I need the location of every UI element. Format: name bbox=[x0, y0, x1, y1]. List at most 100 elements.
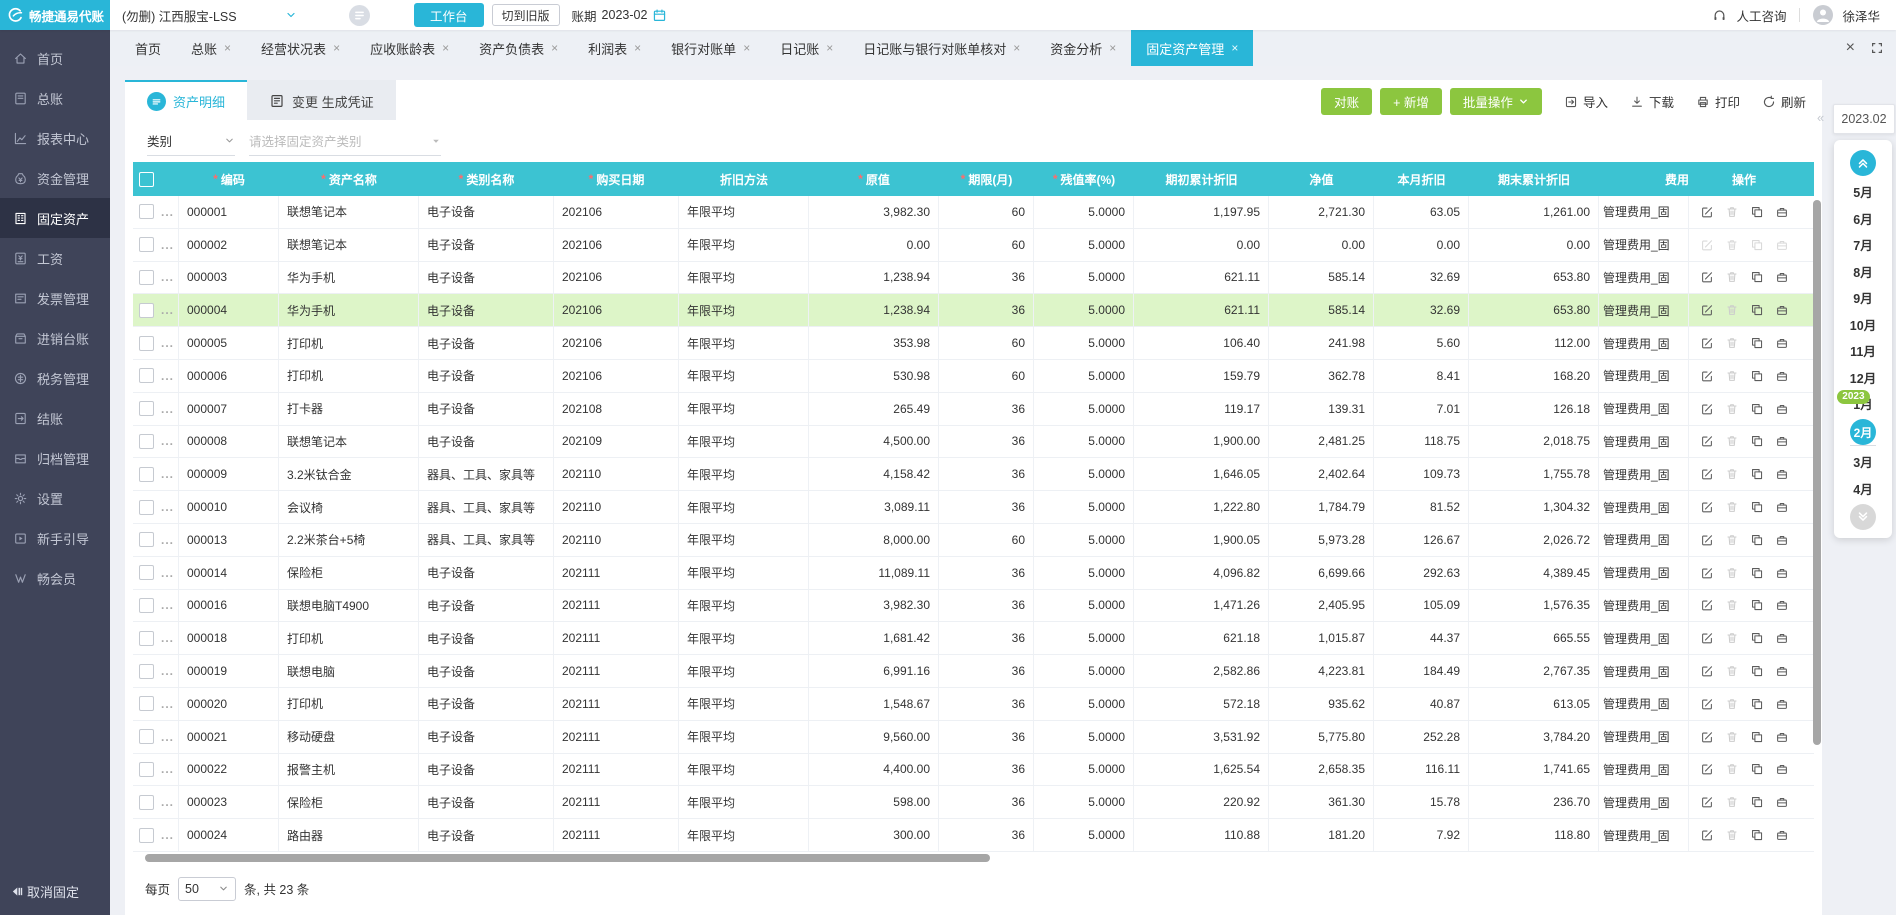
edit-icon[interactable] bbox=[1700, 500, 1714, 514]
row-checkbox[interactable] bbox=[138, 335, 154, 351]
delete-icon[interactable] bbox=[1725, 533, 1739, 547]
sidebar-item-资金管理[interactable]: 资金管理 bbox=[0, 158, 110, 198]
voucher-icon[interactable] bbox=[1775, 369, 1789, 383]
panel-collapse-icon[interactable]: « bbox=[1817, 110, 1824, 125]
notes-icon[interactable] bbox=[349, 4, 370, 26]
edit-icon[interactable] bbox=[1700, 598, 1714, 612]
copy-icon[interactable] bbox=[1750, 303, 1764, 317]
month-item-8月[interactable]: 8月 bbox=[1853, 260, 1872, 282]
month-item-3月[interactable]: 3月 bbox=[1853, 451, 1872, 473]
table-row[interactable]: ... 000002 联想笔记本 电子设备 202106 年限平均 0.00 60 5.0000… bbox=[133, 228, 1814, 262]
voucher-icon[interactable] bbox=[1775, 270, 1789, 284]
batch-actions-button[interactable]: 批量操作 bbox=[1449, 88, 1542, 115]
row-checkbox[interactable] bbox=[138, 368, 154, 384]
edit-icon[interactable] bbox=[1700, 533, 1714, 547]
copy-icon[interactable] bbox=[1750, 205, 1764, 219]
voucher-icon[interactable] bbox=[1775, 402, 1789, 416]
row-checkbox[interactable] bbox=[138, 204, 154, 220]
drag-handle-icon[interactable]: ... bbox=[159, 622, 179, 655]
table-row[interactable]: ... 000001 联想笔记本 电子设备 202106 年限平均 3,982.30 60 5.… bbox=[133, 196, 1814, 229]
delete-icon[interactable] bbox=[1725, 238, 1739, 252]
edit-icon[interactable] bbox=[1700, 697, 1714, 711]
delete-icon[interactable] bbox=[1725, 566, 1739, 580]
row-checkbox[interactable] bbox=[138, 630, 154, 646]
tab-银行对账单[interactable]: 银行对账单 × bbox=[656, 30, 765, 66]
tab-日记账[interactable]: 日记账 × bbox=[765, 30, 848, 66]
copy-icon[interactable] bbox=[1750, 762, 1764, 776]
row-checkbox[interactable] bbox=[138, 827, 154, 843]
tab-资金分析[interactable]: 资金分析 × bbox=[1035, 30, 1131, 66]
delete-icon[interactable] bbox=[1725, 631, 1739, 645]
edit-icon[interactable] bbox=[1700, 730, 1714, 744]
month-item-2月[interactable]: 2月 bbox=[1850, 419, 1876, 446]
tab-利润表[interactable]: 利润表 × bbox=[573, 30, 656, 66]
fullscreen-icon[interactable] bbox=[1870, 41, 1884, 55]
accounting-period[interactable]: 账期 2023-02 bbox=[572, 6, 668, 25]
tab-close-icon[interactable]: × bbox=[333, 41, 340, 55]
table-row[interactable]: ... 000022 报警主机 电子设备 202111 年限平均 4,400.00 36 5.0… bbox=[133, 753, 1814, 787]
month-item-10月[interactable]: 10月 bbox=[1850, 313, 1876, 335]
voucher-icon[interactable] bbox=[1775, 533, 1789, 547]
row-checkbox[interactable] bbox=[138, 269, 154, 285]
drag-handle-icon[interactable]: ... bbox=[159, 786, 179, 819]
copy-icon[interactable] bbox=[1750, 500, 1764, 514]
copy-icon[interactable] bbox=[1750, 533, 1764, 547]
delete-icon[interactable] bbox=[1725, 205, 1739, 219]
voucher-icon[interactable] bbox=[1775, 828, 1789, 842]
row-checkbox[interactable] bbox=[138, 499, 154, 515]
table-row[interactable]: ... 000010 会议椅 器具、工具、家具等 202110 年限平均 3,089.11 3… bbox=[133, 491, 1814, 524]
delete-icon[interactable] bbox=[1725, 402, 1739, 416]
delete-icon[interactable] bbox=[1725, 369, 1739, 383]
drag-handle-icon[interactable]: ... bbox=[159, 819, 179, 851]
copy-icon[interactable] bbox=[1750, 270, 1764, 284]
workbench-button[interactable]: 工作台 bbox=[414, 3, 484, 27]
unpin-sidebar-button[interactable]: 取消固定 bbox=[10, 882, 79, 901]
sidebar-item-固定资产[interactable]: 固定资产 bbox=[0, 198, 110, 238]
voucher-icon[interactable] bbox=[1775, 762, 1789, 776]
select-all-checkbox[interactable] bbox=[138, 171, 154, 187]
month-item-4月[interactable]: 4月 bbox=[1853, 477, 1872, 499]
tab-close-icon[interactable]: × bbox=[743, 41, 750, 55]
vertical-scrollbar[interactable] bbox=[1813, 200, 1821, 745]
sidebar-item-发票管理[interactable]: 发票管理 bbox=[0, 278, 110, 318]
voucher-icon[interactable] bbox=[1775, 205, 1789, 219]
copy-icon[interactable] bbox=[1750, 336, 1764, 350]
scroll-months-down-button[interactable] bbox=[1850, 503, 1876, 530]
switch-old-version-button[interactable]: 切到旧版 bbox=[491, 4, 560, 26]
row-checkbox[interactable] bbox=[138, 433, 154, 449]
row-checkbox[interactable] bbox=[138, 237, 154, 253]
delete-icon[interactable] bbox=[1725, 795, 1739, 809]
row-checkbox[interactable] bbox=[138, 597, 154, 613]
drag-handle-icon[interactable]: ... bbox=[159, 425, 179, 458]
reconcile-button[interactable]: 对账 bbox=[1321, 88, 1373, 115]
copy-icon[interactable] bbox=[1750, 828, 1764, 842]
voucher-icon[interactable] bbox=[1775, 697, 1789, 711]
voucher-icon[interactable] bbox=[1775, 631, 1789, 645]
add-button[interactable]: + 新增 bbox=[1380, 88, 1442, 115]
table-row[interactable]: ... 000009 3.2米钛合金 器具、工具、家具等 202110 年限平均 4,158… bbox=[133, 458, 1814, 492]
table-row[interactable]: ... 000016 联想电脑T4900 电子设备 202111 年限平均 3,982.30… bbox=[133, 589, 1814, 623]
tab-首页[interactable]: 首页 bbox=[120, 30, 176, 66]
copy-icon[interactable] bbox=[1750, 795, 1764, 809]
table-row[interactable]: ... 000004 华为手机 电子设备 202106 年限平均 1,238.94 36 5.0… bbox=[133, 294, 1814, 328]
close-all-tabs-icon[interactable]: × bbox=[1846, 39, 1855, 57]
refresh-button[interactable]: 刷新 bbox=[1762, 92, 1806, 111]
tab-close-icon[interactable]: × bbox=[442, 41, 449, 55]
sidebar-item-畅会员[interactable]: 畅会员 bbox=[0, 558, 110, 598]
row-checkbox[interactable] bbox=[138, 302, 154, 318]
voucher-icon[interactable] bbox=[1775, 500, 1789, 514]
voucher-icon[interactable] bbox=[1775, 434, 1789, 448]
drag-handle-icon[interactable]: ... bbox=[159, 327, 179, 359]
month-item-7月[interactable]: 7月 bbox=[1853, 234, 1872, 256]
tab-应收账龄表[interactable]: 应收账龄表 × bbox=[355, 30, 464, 66]
month-item-6月[interactable]: 6月 bbox=[1853, 207, 1872, 229]
tab-总账[interactable]: 总账 × bbox=[176, 30, 246, 66]
row-checkbox[interactable] bbox=[138, 565, 154, 581]
tab-close-icon[interactable]: × bbox=[224, 41, 231, 55]
delete-icon[interactable] bbox=[1725, 303, 1739, 317]
sidebar-item-归档管理[interactable]: 归档管理 bbox=[0, 438, 110, 478]
voucher-icon[interactable] bbox=[1775, 795, 1789, 809]
drag-handle-icon[interactable]: ... bbox=[159, 359, 179, 392]
sidebar-item-新手引导[interactable]: 新手引导 bbox=[0, 518, 110, 558]
row-checkbox[interactable] bbox=[138, 532, 154, 548]
